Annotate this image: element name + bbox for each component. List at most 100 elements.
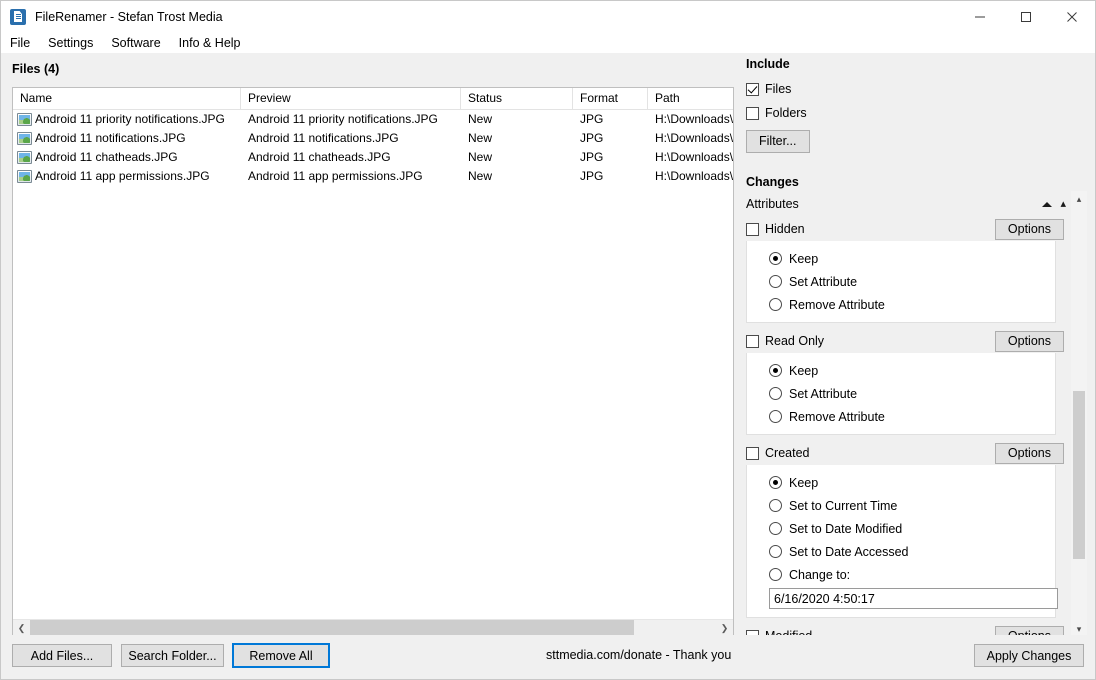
- cell-preview: Android 11 notifications.JPG: [248, 131, 399, 145]
- scrollbar-track[interactable]: [30, 619, 716, 636]
- chevron-right-icon[interactable]: ❯: [716, 620, 733, 637]
- search-folder-button[interactable]: Search Folder...: [121, 644, 224, 667]
- filter-button[interactable]: Filter...: [746, 130, 810, 153]
- radio-created-current-time[interactable]: [769, 499, 782, 512]
- radio-row[interactable]: Change to:: [769, 563, 1055, 586]
- radio-row[interactable]: Keep: [769, 359, 1055, 382]
- column-header-preview[interactable]: Preview: [241, 88, 461, 110]
- file-list-horizontal-scrollbar[interactable]: ❮ ❯: [13, 619, 733, 636]
- table-row[interactable]: Android 11 app permissions.JPG Android 1…: [13, 167, 733, 186]
- cell-name: Android 11 notifications.JPG: [13, 129, 241, 148]
- options-button-hidden[interactable]: Options: [994, 218, 1064, 240]
- include-files-row[interactable]: Files: [746, 79, 1086, 99]
- radio-row[interactable]: Set to Date Accessed: [769, 540, 1055, 563]
- radio-created-date-accessed[interactable]: [769, 545, 782, 558]
- right-panel: Include Files Folders Filter... Changes …: [746, 57, 1086, 647]
- group-label-read-only: Read Only: [765, 334, 825, 348]
- radio-hidden-remove[interactable]: [769, 298, 782, 311]
- menu-item-software[interactable]: Software: [111, 34, 169, 52]
- attributes-header-controls: ▴: [1042, 198, 1068, 210]
- radio-group-created: Keep Set to Current Time Set to Date Mod…: [746, 465, 1058, 618]
- chevron-left-icon[interactable]: ❮: [13, 620, 30, 637]
- changes-section-title: Changes: [746, 175, 799, 189]
- attributes-vertical-scrollbar[interactable]: ▴ ▾: [1071, 191, 1087, 637]
- attributes-label: Attributes: [746, 197, 799, 211]
- radio-row[interactable]: Set to Current Time: [769, 494, 1055, 517]
- cell-status: New: [468, 112, 493, 126]
- radio-created-change-to[interactable]: [769, 568, 782, 581]
- column-header-format[interactable]: Format: [573, 88, 648, 110]
- radio-hidden-set[interactable]: [769, 275, 782, 288]
- window-title: FileRenamer - Stefan Trost Media: [35, 9, 223, 24]
- table-row[interactable]: Android 11 chatheads.JPG Android 11 chat…: [13, 148, 733, 167]
- radio-label: Change to:: [789, 567, 851, 582]
- image-file-icon: [17, 151, 32, 164]
- radio-read-only-keep[interactable]: [769, 364, 782, 377]
- checkbox-files[interactable]: [746, 82, 759, 96]
- scrollbar-thumb[interactable]: [1073, 391, 1085, 559]
- include-folders-row[interactable]: Folders: [746, 103, 1086, 123]
- image-file-icon: [17, 113, 32, 126]
- cell-preview: Android 11 chatheads.JPG: [248, 150, 391, 164]
- maximize-icon[interactable]: [1003, 1, 1049, 32]
- radio-hidden-keep[interactable]: [769, 252, 782, 265]
- image-file-icon: [17, 170, 32, 183]
- radio-created-keep[interactable]: [769, 476, 782, 489]
- options-button-created[interactable]: Options: [994, 442, 1064, 464]
- options-button-read-only[interactable]: Options: [994, 330, 1064, 352]
- checkbox-folders[interactable]: [746, 106, 759, 120]
- created-date-input[interactable]: [769, 588, 1058, 609]
- checkbox-created[interactable]: [746, 446, 759, 460]
- radio-group-read-only: Keep Set Attribute Remove Attribute: [746, 353, 1056, 435]
- radio-group-hidden: Keep Set Attribute Remove Attribute: [746, 241, 1056, 323]
- document-app-icon: [10, 8, 26, 25]
- chevron-up-icon[interactable]: ▴: [1071, 191, 1087, 207]
- column-header-status[interactable]: Status: [461, 88, 573, 110]
- close-icon[interactable]: [1049, 1, 1095, 32]
- menu-item-file[interactable]: File: [10, 34, 39, 52]
- radio-label: Keep: [789, 475, 819, 490]
- apply-changes-button[interactable]: Apply Changes: [974, 644, 1084, 667]
- minimize-icon[interactable]: [957, 1, 1003, 32]
- radio-row[interactable]: Keep: [769, 247, 1055, 270]
- filerenamer-window: FileRenamer - Stefan Trost Media File Se…: [0, 0, 1096, 680]
- radio-row[interactable]: Set to Date Modified: [769, 517, 1055, 540]
- checkbox-read-only[interactable]: [746, 334, 759, 348]
- radio-read-only-set[interactable]: [769, 387, 782, 400]
- radio-row[interactable]: Set Attribute: [769, 382, 1055, 405]
- group-label-hidden: Hidden: [765, 222, 805, 236]
- radio-label: Remove Attribute: [789, 409, 885, 424]
- cell-name-text: Android 11 app permissions.JPG: [35, 169, 210, 183]
- radio-label: Keep: [789, 363, 819, 378]
- group-label-created: Created: [765, 446, 810, 460]
- radio-row[interactable]: Set Attribute: [769, 270, 1055, 293]
- radio-created-date-modified[interactable]: [769, 522, 782, 535]
- table-row[interactable]: Android 11 priority notifications.JPG An…: [13, 110, 733, 129]
- attributes-options-scroll-area: Hidden Options Keep Set Attribute Remove…: [746, 217, 1086, 647]
- radio-row[interactable]: Remove Attribute: [769, 293, 1055, 316]
- add-files-button[interactable]: Add Files...: [12, 644, 112, 667]
- cell-status: New: [468, 169, 493, 183]
- column-header-name[interactable]: Name: [13, 88, 241, 110]
- include-folders-label: Folders: [765, 106, 807, 120]
- group-header-created: Created Options: [746, 441, 1068, 465]
- remove-all-button[interactable]: Remove All: [233, 644, 329, 667]
- radio-label: Set to Current Time: [789, 498, 898, 513]
- radio-read-only-remove[interactable]: [769, 410, 782, 423]
- radio-row[interactable]: Keep: [769, 471, 1055, 494]
- menu-item-settings[interactable]: Settings: [48, 34, 102, 52]
- radio-row[interactable]: Remove Attribute: [769, 405, 1055, 428]
- radio-label: Set to Date Modified: [789, 521, 903, 536]
- cell-preview: Android 11 app permissions.JPG: [248, 169, 423, 183]
- column-header-path[interactable]: Path: [648, 88, 733, 110]
- triangle-up-icon[interactable]: [1042, 201, 1053, 207]
- table-row[interactable]: Android 11 notifications.JPG Android 11 …: [13, 129, 733, 148]
- chevron-up-icon[interactable]: ▴: [1060, 198, 1066, 210]
- cell-format: JPG: [580, 112, 604, 126]
- checkbox-hidden[interactable]: [746, 222, 759, 236]
- cell-name-text: Android 11 chatheads.JPG: [35, 150, 178, 164]
- cell-path: H:\Downloads\: [655, 150, 733, 164]
- scrollbar-thumb[interactable]: [30, 619, 634, 636]
- menu-item-info-help[interactable]: Info & Help: [179, 34, 250, 52]
- cell-status: New: [468, 150, 493, 164]
